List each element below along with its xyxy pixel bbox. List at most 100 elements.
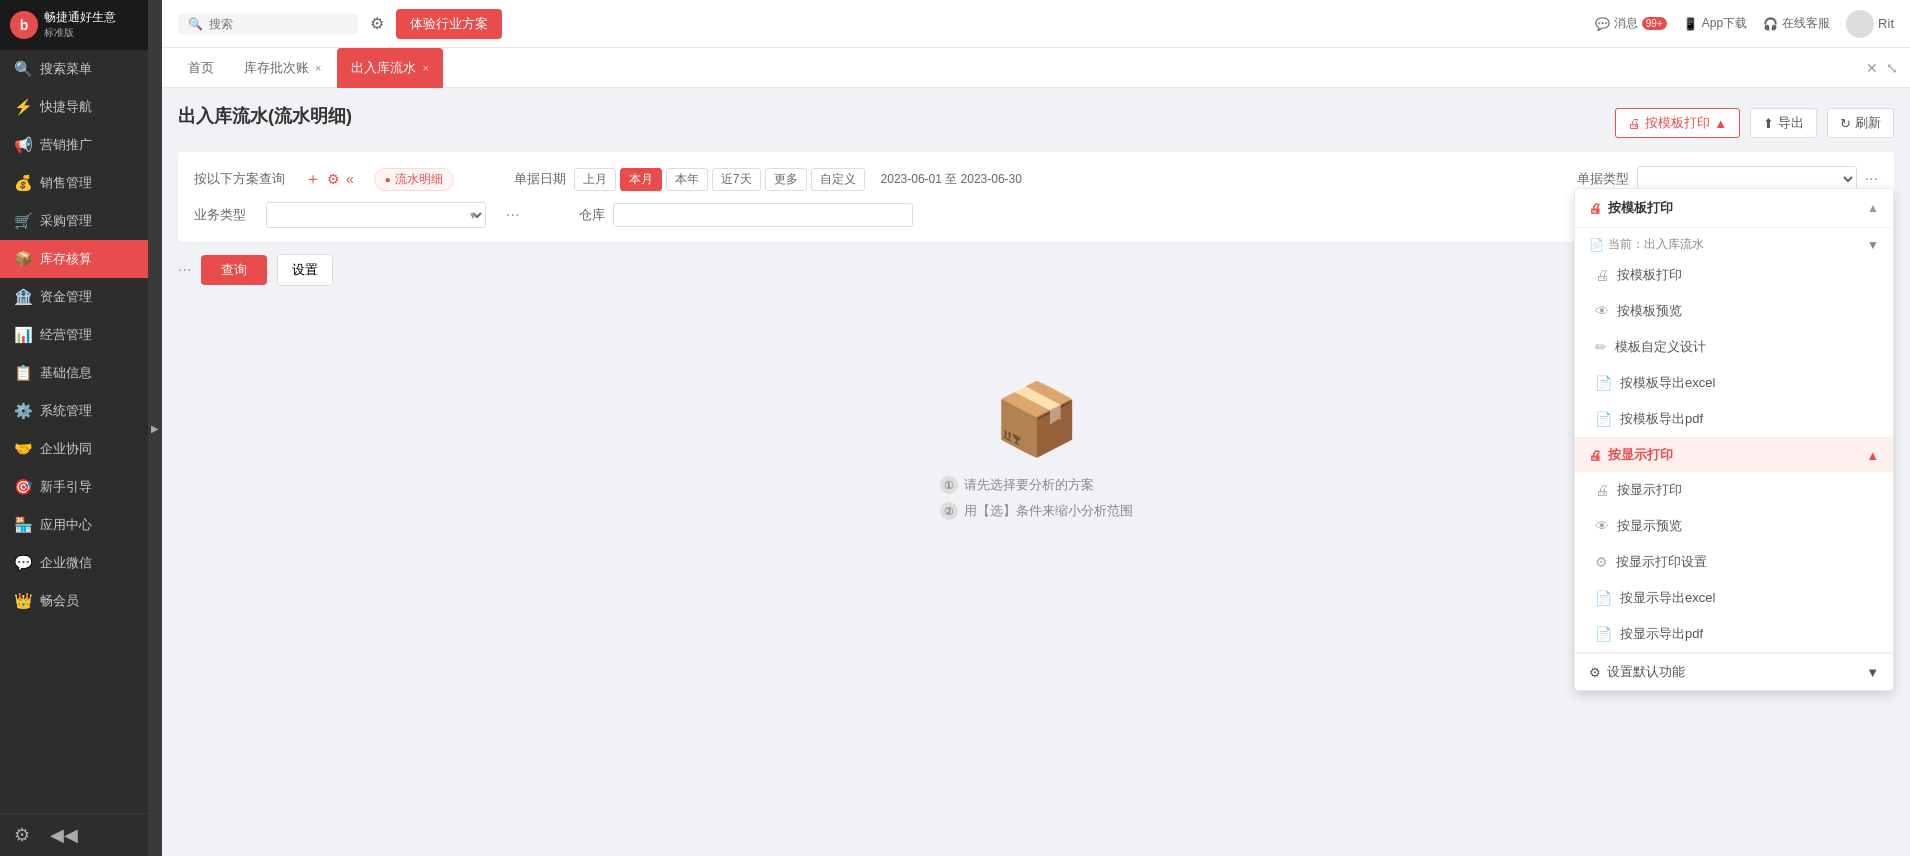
tab-inventory-flow-close[interactable]: × — [422, 62, 428, 74]
export-button[interactable]: ⬆ 导出 — [1750, 108, 1817, 138]
empty-step-1: ① 请先选择要分析的方案 — [940, 476, 1133, 494]
display-print-label: 按显示打印 — [1617, 481, 1682, 499]
appstore-icon: 🏪 — [14, 516, 32, 534]
date-btn-custom[interactable]: 自定义 — [811, 168, 865, 191]
message-icon: 💬 — [1595, 17, 1610, 31]
topbar-search-wrap: 🔍 — [178, 13, 358, 35]
tab-batch-account-close[interactable]: × — [315, 62, 321, 74]
dropdown-display-section[interactable]: 🖨 按显示打印 ▲ — [1575, 438, 1893, 472]
display-excel-icon: 📄 — [1595, 590, 1612, 606]
filter-tag[interactable]: ● 流水明细 — [374, 168, 454, 191]
filter-section-label: 按以下方案查询 — [194, 170, 285, 188]
sidebar-item-operation[interactable]: 📊 经营管理 — [0, 316, 148, 354]
dropdown-item-template-print[interactable]: 🖨 按模板打印 — [1575, 257, 1893, 293]
user-avatar-item[interactable]: Rit — [1846, 10, 1894, 38]
sidebar-item-purchase[interactable]: 🛒 采购管理 — [0, 202, 148, 240]
export-icon: ⬆ — [1763, 116, 1774, 131]
dropdown-item-display-print[interactable]: 🖨 按显示打印 — [1575, 472, 1893, 508]
dropdown-current-label: 当前：出入库流水 — [1608, 236, 1704, 253]
tab-home[interactable]: 首页 — [174, 48, 228, 88]
template-preview-label: 按模板预览 — [1617, 302, 1682, 320]
page-title: 出入库流水(流水明细) — [178, 104, 352, 128]
date-btn-more[interactable]: 更多 — [765, 168, 807, 191]
user-avatar — [1846, 10, 1874, 38]
app-download-item[interactable]: 📱 App下载 — [1683, 15, 1747, 32]
date-btn-7days[interactable]: 近7天 — [712, 168, 761, 191]
tab-inventory-flow[interactable]: 出入库流水 × — [337, 48, 442, 88]
receipt-more-icon[interactable]: ··· — [1865, 170, 1878, 188]
dropdown-item-template-excel[interactable]: 📄 按模板导出excel — [1575, 365, 1893, 401]
dropdown-item-display-pdf[interactable]: 📄 按显示导出pdf — [1575, 616, 1893, 652]
template-pdf-icon: 📄 — [1595, 411, 1612, 427]
sidebar-item-inventory[interactable]: 📦 库存核算 — [0, 240, 148, 278]
tabs-close-all-icon[interactable]: ✕ — [1866, 60, 1878, 76]
search-nav-icon: 🔍 — [14, 60, 32, 78]
dropdown-footer[interactable]: ⚙ 设置默认功能 ▼ — [1575, 653, 1893, 690]
display-pdf-icon: 📄 — [1595, 626, 1612, 642]
template-pdf-label: 按模板导出pdf — [1620, 410, 1703, 428]
print-chevron-up: ▲ — [1714, 116, 1727, 131]
dropdown-item-template-pdf[interactable]: 📄 按模板导出pdf — [1575, 401, 1893, 437]
print-template-button[interactable]: 🖨 按模板打印 ▲ — [1615, 108, 1740, 138]
sidebar-item-enterprise[interactable]: 🤝 企业协同 — [0, 430, 148, 468]
sidebar-item-finance[interactable]: 🏦 资金管理 — [0, 278, 148, 316]
sidebar-item-wecom[interactable]: 💬 企业微信 — [0, 544, 148, 582]
tabs-minimize-icon[interactable]: ⤡ — [1886, 60, 1898, 76]
filter-add-icon[interactable]: ＋ — [305, 169, 321, 190]
topbar: 🔍 ⚙ 体验行业方案 💬 消息 99+ 📱 App下载 🎧 在线客服 Rit — [162, 0, 1910, 48]
sidebar-item-basic[interactable]: 📋 基础信息 — [0, 354, 148, 392]
step-2-num: ② — [940, 502, 958, 520]
trial-button[interactable]: 体验行业方案 — [396, 9, 502, 39]
empty-illustration: 📦 — [993, 378, 1080, 460]
topbar-search-input[interactable] — [209, 17, 329, 31]
sidebar-item-vip[interactable]: 👑 畅会员 — [0, 582, 148, 620]
sidebar-item-appstore[interactable]: 🏪 应用中心 — [0, 506, 148, 544]
tab-batch-account[interactable]: 库存批次账 × — [230, 48, 335, 88]
dropdown-item-template-preview[interactable]: 👁 按模板预览 — [1575, 293, 1893, 329]
sidebar-item-guide[interactable]: 🎯 新手引导 — [0, 468, 148, 506]
dropdown-item-display-excel[interactable]: 📄 按显示导出excel — [1575, 580, 1893, 616]
sidebar-item-search[interactable]: 🔍 搜索菜单 — [0, 50, 148, 88]
dropdown-item-display-preview[interactable]: 👁 按显示预览 — [1575, 508, 1893, 544]
warehouse-input[interactable] — [613, 203, 913, 227]
online-service-item[interactable]: 🎧 在线客服 — [1763, 15, 1830, 32]
date-btn-last-month[interactable]: 上月 — [574, 168, 616, 191]
footer-chevron: ▼ — [1866, 665, 1879, 680]
sidebar-item-marketing[interactable]: 📢 营销推广 — [0, 126, 148, 164]
tabs-right-actions: ✕ ⤡ — [1866, 60, 1898, 76]
dropdown-header-label: 按模板打印 — [1608, 199, 1673, 217]
dropdown-chevron-up[interactable]: ▲ — [1867, 201, 1879, 215]
type-select[interactable] — [266, 202, 486, 228]
query-button[interactable]: 查询 — [201, 255, 267, 285]
sidebar-collapse-icon[interactable]: ◀◀ — [50, 824, 78, 846]
more-options-icon[interactable]: ··· — [178, 261, 191, 279]
sidebar-item-sales[interactable]: 💰 销售管理 — [0, 164, 148, 202]
topbar-search-icon: 🔍 — [188, 17, 203, 31]
setting-button[interactable]: 设置 — [277, 254, 333, 286]
sidebar-item-shortcuts[interactable]: ⚡ 快捷导航 — [0, 88, 148, 126]
sidebar-settings-icon[interactable]: ⚙ — [14, 824, 30, 846]
date-btn-this-month[interactable]: 本月 — [620, 168, 662, 191]
topbar-settings-icon[interactable]: ⚙ — [370, 14, 384, 33]
sidebar-purchase-label: 采购管理 — [40, 212, 92, 230]
dropdown-item-display-settings[interactable]: ⚙ 按显示打印设置 — [1575, 544, 1893, 580]
type-label: 业务类型 — [194, 206, 246, 224]
message-item[interactable]: 💬 消息 99+ — [1595, 15, 1667, 32]
date-filter-group: 单据日期 上月 本月 本年 近7天 更多 自定义 2023-06-01 至 20… — [514, 168, 1022, 191]
sidebar-item-system[interactable]: ⚙️ 系统管理 — [0, 392, 148, 430]
main-area: 🔍 ⚙ 体验行业方案 💬 消息 99+ 📱 App下载 🎧 在线客服 Rit — [162, 0, 1910, 856]
display-section-label: 按显示打印 — [1608, 446, 1673, 464]
app-name: 畅捷通好生意 — [44, 10, 116, 26]
print-icon: 🖨 — [1628, 116, 1641, 131]
sidebar-scroll-btn[interactable]: ▶ — [148, 0, 162, 856]
app-sub: 标准版 — [44, 26, 116, 40]
type-more-icon[interactable]: ··· — [506, 206, 519, 224]
filter-collapse-left-icon[interactable]: « — [346, 171, 354, 187]
filter-settings-icon[interactable]: ⚙ — [327, 171, 340, 187]
dropdown-item-template-design[interactable]: ✏ 模板自定义设计 — [1575, 329, 1893, 365]
date-buttons: 上月 本月 本年 近7天 更多 自定义 — [574, 168, 865, 191]
dropdown-current-chevron[interactable]: ▼ — [1867, 238, 1879, 252]
date-btn-this-year[interactable]: 本年 — [666, 168, 708, 191]
enterprise-icon: 🤝 — [14, 440, 32, 458]
refresh-button[interactable]: ↻ 刷新 — [1827, 108, 1894, 138]
